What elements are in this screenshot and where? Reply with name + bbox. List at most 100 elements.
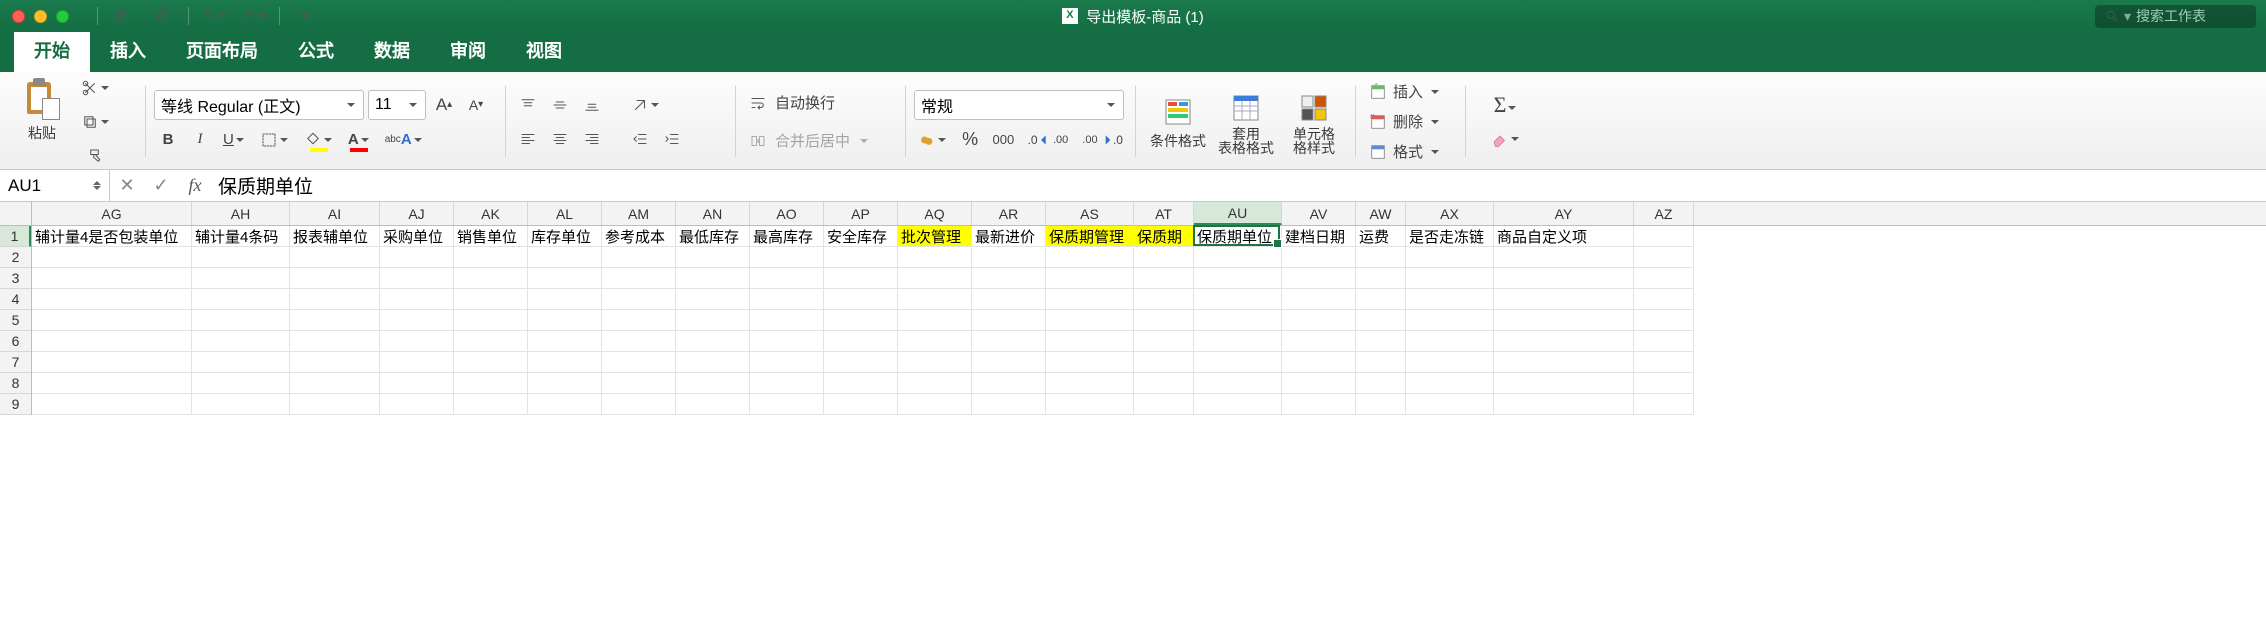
tab-开始[interactable]: 开始: [14, 29, 90, 72]
tab-数据[interactable]: 数据: [354, 29, 430, 72]
number-format-combo[interactable]: 常规: [914, 90, 1124, 120]
cell-AI3[interactable]: [290, 268, 380, 289]
cell-AW1[interactable]: 运费: [1356, 226, 1406, 247]
delete-cells-button[interactable]: 删除: [1364, 108, 1460, 136]
cell-AK7[interactable]: [454, 352, 528, 373]
cell-AM3[interactable]: [602, 268, 676, 289]
row-header-4[interactable]: 4: [0, 289, 31, 310]
cell-AR2[interactable]: [972, 247, 1046, 268]
cell-AJ8[interactable]: [380, 373, 454, 394]
cell-AT8[interactable]: [1134, 373, 1194, 394]
cell-AX1[interactable]: 是否走冻链: [1406, 226, 1494, 247]
column-header-AO[interactable]: AO: [750, 202, 824, 225]
cell-AW2[interactable]: [1356, 247, 1406, 268]
percent-format-button[interactable]: %: [956, 126, 984, 154]
cell-AY2[interactable]: [1494, 247, 1634, 268]
cell-AS1[interactable]: 保质期管理: [1046, 226, 1134, 247]
cell-AV3[interactable]: [1282, 268, 1356, 289]
search-box[interactable]: ▾: [2095, 5, 2256, 28]
cell-AP2[interactable]: [824, 247, 898, 268]
cell-AP1[interactable]: 安全库存: [824, 226, 898, 247]
cell-AG6[interactable]: [32, 331, 192, 352]
column-header-AR[interactable]: AR: [972, 202, 1046, 225]
font-size-combo[interactable]: 11: [368, 90, 426, 120]
cell-AW5[interactable]: [1356, 310, 1406, 331]
cell-AN7[interactable]: [676, 352, 750, 373]
cell-AQ2[interactable]: [898, 247, 972, 268]
close-window-button[interactable]: [12, 10, 25, 23]
cell-AP4[interactable]: [824, 289, 898, 310]
cut-button[interactable]: [76, 74, 116, 102]
cell-AH2[interactable]: [192, 247, 290, 268]
cell-AI7[interactable]: [290, 352, 380, 373]
cell-reference-input[interactable]: [8, 176, 78, 196]
cell-AS6[interactable]: [1046, 331, 1134, 352]
cell-AX4[interactable]: [1406, 289, 1494, 310]
column-header-AZ[interactable]: AZ: [1634, 202, 1694, 225]
cell-AM7[interactable]: [602, 352, 676, 373]
cell-AO8[interactable]: [750, 373, 824, 394]
cell-AX5[interactable]: [1406, 310, 1494, 331]
cell-AU4[interactable]: [1194, 289, 1282, 310]
clear-button[interactable]: [1474, 125, 1538, 153]
column-header-AN[interactable]: AN: [676, 202, 750, 225]
cell-AS9[interactable]: [1046, 394, 1134, 415]
paste-button[interactable]: 粘贴: [14, 74, 70, 143]
cell-AM8[interactable]: [602, 373, 676, 394]
cell-AH4[interactable]: [192, 289, 290, 310]
redo-button[interactable]: [237, 5, 271, 27]
cell-AQ4[interactable]: [898, 289, 972, 310]
cell-AL7[interactable]: [528, 352, 602, 373]
cell-AN8[interactable]: [676, 373, 750, 394]
row-header-3[interactable]: 3: [0, 268, 31, 289]
cell-AO1[interactable]: 最高库存: [750, 226, 824, 247]
cell-AH1[interactable]: 辅计量4条码: [192, 226, 290, 247]
cell-AL4[interactable]: [528, 289, 602, 310]
font-color-button[interactable]: A: [343, 126, 376, 154]
select-all-corner[interactable]: [0, 202, 32, 225]
cell-AN4[interactable]: [676, 289, 750, 310]
cell-styles-button[interactable]: 单元格 格样式: [1280, 88, 1348, 155]
cell-AZ9[interactable]: [1634, 394, 1694, 415]
cell-AZ1[interactable]: [1634, 226, 1694, 247]
cell-AP9[interactable]: [824, 394, 898, 415]
column-header-AI[interactable]: AI: [290, 202, 380, 225]
cell-AS4[interactable]: [1046, 289, 1134, 310]
cell-AO6[interactable]: [750, 331, 824, 352]
cell-AS8[interactable]: [1046, 373, 1134, 394]
cell-AH6[interactable]: [192, 331, 290, 352]
cell-AU2[interactable]: [1194, 247, 1282, 268]
cell-AO5[interactable]: [750, 310, 824, 331]
increase-indent-button[interactable]: [658, 125, 686, 153]
cell-AO4[interactable]: [750, 289, 824, 310]
cell-AG3[interactable]: [32, 268, 192, 289]
customize-qat-button[interactable]: [288, 5, 322, 27]
cell-AW4[interactable]: [1356, 289, 1406, 310]
cell-AZ2[interactable]: [1634, 247, 1694, 268]
cell-AX2[interactable]: [1406, 247, 1494, 268]
cell-AN5[interactable]: [676, 310, 750, 331]
column-header-AG[interactable]: AG: [32, 202, 192, 225]
cell-AZ4[interactable]: [1634, 289, 1694, 310]
cell-AZ5[interactable]: [1634, 310, 1694, 331]
italic-button[interactable]: I: [186, 126, 214, 154]
column-header-AS[interactable]: AS: [1046, 202, 1134, 225]
merge-center-button[interactable]: 合并后居中: [744, 127, 904, 155]
column-header-AT[interactable]: AT: [1134, 202, 1194, 225]
cell-AP8[interactable]: [824, 373, 898, 394]
cell-AT9[interactable]: [1134, 394, 1194, 415]
cell-AM6[interactable]: [602, 331, 676, 352]
row-header-9[interactable]: 9: [0, 394, 31, 415]
accept-formula-button[interactable]: ✓: [144, 175, 178, 196]
cell-AS2[interactable]: [1046, 247, 1134, 268]
cell-AT2[interactable]: [1134, 247, 1194, 268]
cell-AV1[interactable]: 建档日期: [1282, 226, 1356, 247]
cell-AY8[interactable]: [1494, 373, 1634, 394]
cell-AL9[interactable]: [528, 394, 602, 415]
cell-AK6[interactable]: [454, 331, 528, 352]
cell-AW9[interactable]: [1356, 394, 1406, 415]
column-header-AU[interactable]: AU: [1194, 202, 1282, 225]
cell-AW7[interactable]: [1356, 352, 1406, 373]
cell-AY9[interactable]: [1494, 394, 1634, 415]
cell-AQ7[interactable]: [898, 352, 972, 373]
